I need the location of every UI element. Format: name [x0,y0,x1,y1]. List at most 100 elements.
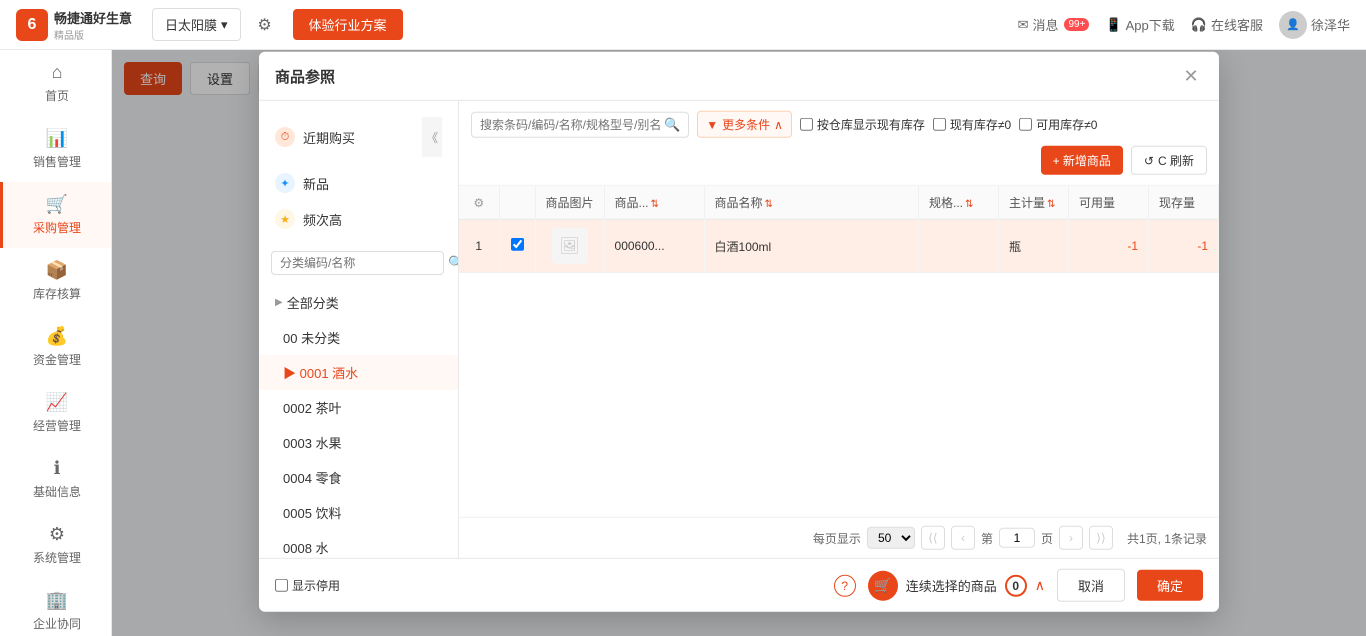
trial-button[interactable]: 体验行业方案 [293,9,403,40]
modal-right-panel: 🔍 ▼ 更多条件 ∧ 按仓库显示现有库存 [459,101,1219,558]
cancel-button[interactable]: 取消 [1057,569,1125,602]
page-total: 共1页, 1条记录 [1127,529,1207,546]
add-product-button[interactable]: + 新增商品 [1041,146,1123,175]
sidebar: ⌂ 首页 📊 销售管理 🛒 采购管理 📦 库存核算 💰 资金管理 📈 经营管理 … [0,50,112,636]
sidebar-item-enterprise[interactable]: 🏢 企业协同 [0,578,111,636]
triangle-icon: ▶ [275,297,283,308]
product-stock-cell: -1 [1149,219,1219,272]
category-all[interactable]: ▶ 全部分类 [259,285,458,320]
product-name-cell: 白酒100ml [704,219,918,272]
column-unit[interactable]: 主计量⇅ [999,186,1069,220]
system-icon: ⚙ [49,524,65,545]
column-spec[interactable]: 规格...⇅ [919,186,999,220]
category-item-0002[interactable]: 0002 茶叶 [259,390,458,425]
product-code-cell: 000600... [604,219,704,272]
collapse-button[interactable]: 《 [422,117,442,157]
toolbar-right: + 新增商品 ↺ C 刷新 [1041,146,1207,175]
column-code[interactable]: 商品...⇅ [604,186,704,220]
stock-nonzero-checkbox[interactable] [933,118,946,131]
prev-page-button[interactable]: ‹ [951,526,975,550]
sidebar-item-finance[interactable]: 💰 资金管理 [0,314,111,380]
category-search-input[interactable] [271,251,444,275]
refresh-table-button[interactable]: ↺ C 刷新 [1131,146,1207,175]
first-page-button[interactable]: ⟨⟨ [921,526,945,550]
per-page-select[interactable]: 50 [867,527,915,549]
messages-btn[interactable]: ✉ 消息 99+ [1018,15,1090,34]
user-profile-btn[interactable]: 👤 徐泽华 [1279,11,1350,39]
sidebar-item-home[interactable]: ⌂ 首页 [0,50,111,116]
gear-button[interactable]: ⚙ [249,9,281,41]
category-item-0003[interactable]: 0003 水果 [259,425,458,460]
category-item-00[interactable]: 00 未分类 [259,320,458,355]
sidebar-item-label: 首页 [45,87,69,104]
quick-filter-frequent[interactable]: ★ 频次高 [259,201,458,237]
app-logo: 6 [16,9,48,41]
sidebar-item-inventory[interactable]: 📦 库存核算 [0,248,111,314]
checkbox-available-nonzero: 可用库存≠0 [1019,116,1097,133]
category-item-0001[interactable]: ▶ 0001 酒水 [259,355,458,390]
sidebar-item-label: 经营管理 [33,417,81,434]
content-area: 查询 设置 刷新 商品参照 ✕ ⏱ 近期购买 [112,50,1366,636]
logo-area: 6 畅捷通好生意 精品版 [16,8,136,42]
warehouse-display-checkbox[interactable] [800,118,813,131]
help-button[interactable]: ? [834,574,856,596]
product-search-box: 🔍 [471,111,689,137]
online-service-btn[interactable]: 🎧 在线客服 [1191,15,1263,34]
category-search-row: 🔍 [259,245,458,281]
sidebar-item-sales[interactable]: 📊 销售管理 [0,116,111,182]
sidebar-item-basic-info[interactable]: ℹ 基础信息 [0,446,111,512]
modal-title: 商品参照 [275,65,335,86]
modal-close-button[interactable]: ✕ [1179,64,1203,88]
nav-dropdown[interactable]: 日太阳膜 ▾ [152,8,241,41]
product-image-cell: 🖼 [535,219,604,272]
sidebar-item-system[interactable]: ⚙ 系统管理 [0,512,111,578]
quick-filter-new[interactable]: ✦ 新品 [259,165,458,201]
sidebar-item-label: 企业协同 [33,615,81,632]
last-page-button[interactable]: ⟩⟩ [1089,526,1113,550]
sidebar-item-purchase[interactable]: 🛒 采购管理 [0,182,111,248]
column-available[interactable]: 可用量 [1069,186,1149,220]
column-settings[interactable]: ⚙ [459,186,499,220]
app-name: 畅捷通好生意 精品版 [54,8,132,42]
sidebar-item-operations[interactable]: 📈 经营管理 [0,380,111,446]
star-icon: ★ [275,209,295,229]
category-item-0004[interactable]: 0004 零食 [259,460,458,495]
category-item-0008[interactable]: 0008 水 [259,530,458,558]
category-item-0005[interactable]: 0005 饮料 [259,495,458,530]
table-row[interactable]: 1 🖼 000600... [459,219,1219,272]
enterprise-icon: 🏢 [46,590,68,611]
row-checkbox[interactable] [499,219,535,272]
column-image: 商品图片 [535,186,604,220]
show-disabled-group: 显示停用 [275,577,340,594]
sidebar-item-label: 采购管理 [33,219,81,236]
product-search-input[interactable] [480,117,660,131]
app-download-btn[interactable]: 📱 App下载 [1105,15,1174,34]
checkbox-warehouse: 按仓库显示现有库存 [800,116,925,133]
search-icon[interactable]: 🔍 [664,116,680,132]
pagination: 每页显示 50 ⟨⟨ ‹ 第 页 › ⟩⟩ 共1页, 1条记录 [459,517,1219,558]
show-disabled-checkbox[interactable] [275,579,288,592]
sidebar-item-label: 系统管理 [33,549,81,566]
sales-icon: 📊 [46,128,68,149]
column-name[interactable]: 商品名称⇅ [704,186,918,220]
more-filter-button[interactable]: ▼ 更多条件 ∧ [697,111,792,138]
page-number-input[interactable] [999,528,1035,548]
quick-filter-recent[interactable]: ⏱ 近期购买 《 [259,109,458,165]
search-icon[interactable]: 🔍 [448,255,459,271]
modal-footer: 显示停用 ? 🛒 连续选择的商品 0 ∧ 取消 确定 [259,558,1219,612]
phone-icon: 📱 [1105,17,1121,33]
column-stock[interactable]: 现存量 [1149,186,1219,220]
modal-body: ⏱ 近期购买 《 ✦ 新品 ★ 频次高 🔍 [259,101,1219,558]
sidebar-item-label: 销售管理 [33,153,81,170]
purchase-icon: 🛒 [46,194,68,215]
product-unit-cell: 瓶 [999,219,1069,272]
next-page-button[interactable]: › [1059,526,1083,550]
column-select [499,186,535,220]
confirm-button[interactable]: 确定 [1137,570,1203,601]
cart-collapse-arrow[interactable]: ∧ [1035,577,1045,594]
sidebar-item-label: 资金管理 [33,351,81,368]
operations-icon: 📈 [46,392,68,413]
available-nonzero-checkbox[interactable] [1019,118,1032,131]
category-section: ▶ 全部分类 00 未分类 ▶ 0001 酒水 0002 茶叶 0003 水果 … [259,281,458,558]
cart-icon: 🛒 [868,570,898,600]
